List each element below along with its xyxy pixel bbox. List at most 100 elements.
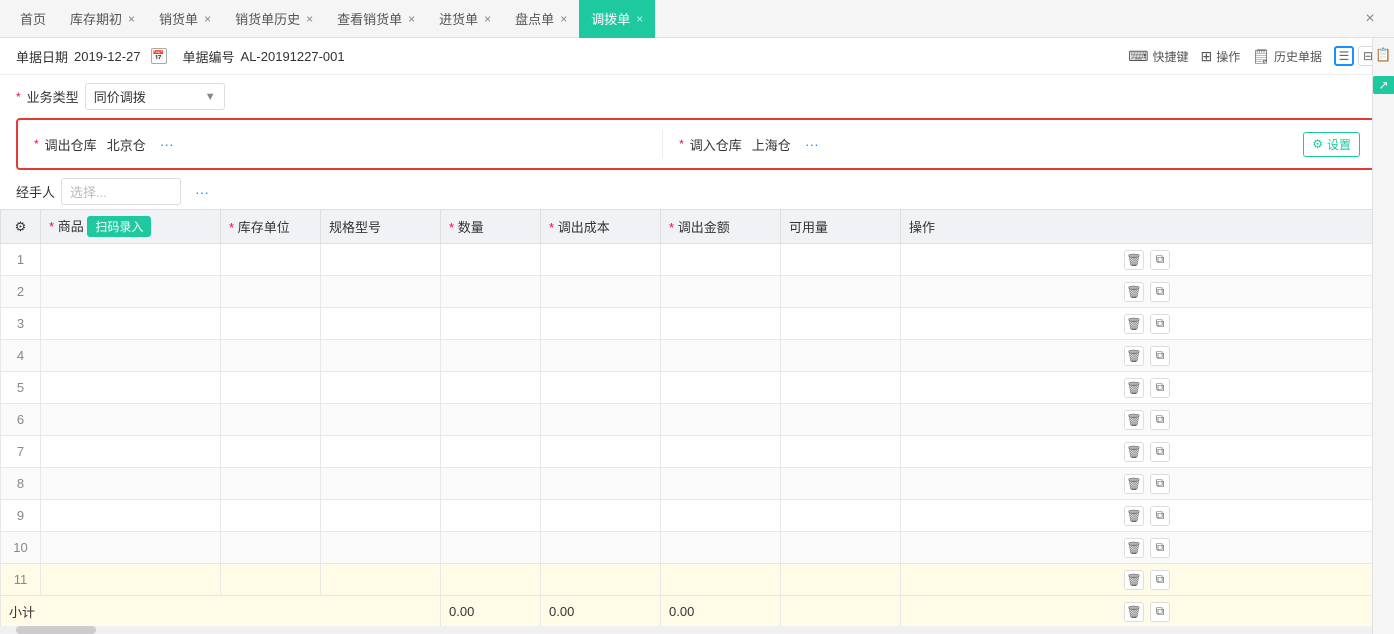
- row-spec[interactable]: [321, 436, 441, 468]
- tab-close-inventory-init[interactable]: ×: [128, 12, 135, 26]
- delete-row-button[interactable]: 🗑: [1124, 250, 1144, 270]
- row-unit[interactable]: [221, 532, 321, 564]
- row-product[interactable]: [41, 340, 221, 372]
- copy-row-button[interactable]: ⧉: [1150, 314, 1170, 334]
- row-unit[interactable]: [221, 564, 321, 596]
- copy-row-button[interactable]: ⧉: [1150, 250, 1170, 270]
- delete-row-button[interactable]: 🗑: [1124, 314, 1144, 334]
- row-qty[interactable]: [441, 308, 541, 340]
- row-cost[interactable]: [541, 564, 661, 596]
- calendar-icon[interactable]: 📅: [151, 48, 167, 64]
- person-select[interactable]: 选择...: [61, 178, 181, 205]
- row-unit[interactable]: [221, 500, 321, 532]
- row-qty[interactable]: [441, 468, 541, 500]
- copy-row-button[interactable]: ⧉: [1150, 282, 1170, 302]
- tab-sales-order[interactable]: 销货单 ×: [147, 0, 223, 38]
- delete-row-button[interactable]: 🗑: [1124, 378, 1144, 398]
- tab-close-inventory-check[interactable]: ×: [560, 12, 567, 26]
- shortcut-button[interactable]: ⌨ 快捷键: [1128, 48, 1188, 65]
- tab-transfer-order[interactable]: 调拨单 ×: [579, 0, 655, 38]
- window-close-button[interactable]: ×: [1354, 3, 1386, 35]
- transfer-out-more-button[interactable]: ···: [160, 136, 174, 152]
- copy-row-button[interactable]: ⧉: [1150, 538, 1170, 558]
- tab-purchase-order[interactable]: 进货单 ×: [427, 0, 503, 38]
- col-settings[interactable]: ⚙: [1, 210, 41, 244]
- settings-button[interactable]: ⚙ 设置: [1303, 132, 1360, 157]
- row-unit[interactable]: [221, 404, 321, 436]
- tab-home[interactable]: 首页: [8, 0, 58, 38]
- row-product[interactable]: [41, 532, 221, 564]
- horizontal-scrollbar[interactable]: [0, 626, 1394, 634]
- row-available[interactable]: [781, 564, 901, 596]
- row-amount[interactable]: [661, 372, 781, 404]
- row-spec[interactable]: [321, 404, 441, 436]
- row-available[interactable]: [781, 276, 901, 308]
- row-amount[interactable]: [661, 564, 781, 596]
- row-available[interactable]: [781, 372, 901, 404]
- row-available[interactable]: [781, 468, 901, 500]
- tab-inventory-init[interactable]: 库存期初 ×: [58, 0, 147, 38]
- delete-row-button[interactable]: 🗑: [1124, 538, 1144, 558]
- row-spec[interactable]: [321, 308, 441, 340]
- row-amount[interactable]: [661, 436, 781, 468]
- subtotal-copy-button[interactable]: ⧉: [1150, 602, 1170, 622]
- row-unit[interactable]: [221, 276, 321, 308]
- tab-view-sales[interactable]: 查看销货单 ×: [325, 0, 427, 38]
- row-cost[interactable]: [541, 244, 661, 276]
- delete-row-button[interactable]: 🗑: [1124, 282, 1144, 302]
- row-product[interactable]: [41, 436, 221, 468]
- row-cost[interactable]: [541, 500, 661, 532]
- delete-row-button[interactable]: 🗑: [1124, 442, 1144, 462]
- row-available[interactable]: [781, 404, 901, 436]
- row-product[interactable]: [41, 308, 221, 340]
- row-unit[interactable]: [221, 340, 321, 372]
- row-qty[interactable]: [441, 532, 541, 564]
- row-cost[interactable]: [541, 468, 661, 500]
- row-unit[interactable]: [221, 468, 321, 500]
- row-spec[interactable]: [321, 500, 441, 532]
- row-amount[interactable]: [661, 276, 781, 308]
- sidebar-export-icon[interactable]: ↗: [1373, 76, 1394, 94]
- row-product[interactable]: [41, 404, 221, 436]
- row-product[interactable]: [41, 372, 221, 404]
- row-available[interactable]: [781, 532, 901, 564]
- row-spec[interactable]: [321, 244, 441, 276]
- row-spec[interactable]: [321, 468, 441, 500]
- copy-row-button[interactable]: ⧉: [1150, 474, 1170, 494]
- row-product[interactable]: [41, 276, 221, 308]
- row-available[interactable]: [781, 340, 901, 372]
- row-cost[interactable]: [541, 340, 661, 372]
- sidebar-notes-icon[interactable]: 📋: [1375, 46, 1393, 64]
- row-qty[interactable]: [441, 404, 541, 436]
- row-spec[interactable]: [321, 340, 441, 372]
- history-button[interactable]: 🗒 历史单据: [1252, 48, 1322, 65]
- delete-row-button[interactable]: 🗑: [1124, 410, 1144, 430]
- copy-row-button[interactable]: ⧉: [1150, 410, 1170, 430]
- row-qty[interactable]: [441, 436, 541, 468]
- row-unit[interactable]: [221, 372, 321, 404]
- row-unit[interactable]: [221, 436, 321, 468]
- tab-close-transfer-order[interactable]: ×: [636, 12, 643, 26]
- row-qty[interactable]: [441, 372, 541, 404]
- row-spec[interactable]: [321, 276, 441, 308]
- row-qty[interactable]: [441, 564, 541, 596]
- row-available[interactable]: [781, 500, 901, 532]
- row-cost[interactable]: [541, 308, 661, 340]
- row-qty[interactable]: [441, 340, 541, 372]
- row-cost[interactable]: [541, 436, 661, 468]
- tab-inventory-check[interactable]: 盘点单 ×: [503, 0, 579, 38]
- row-product[interactable]: [41, 468, 221, 500]
- row-amount[interactable]: [661, 340, 781, 372]
- row-amount[interactable]: [661, 500, 781, 532]
- transfer-in-more-button[interactable]: ···: [805, 136, 819, 152]
- row-cost[interactable]: [541, 404, 661, 436]
- copy-row-button[interactable]: ⧉: [1150, 506, 1170, 526]
- tab-close-view-sales[interactable]: ×: [408, 12, 415, 26]
- person-more-button[interactable]: ···: [195, 184, 209, 200]
- copy-row-button[interactable]: ⧉: [1150, 442, 1170, 462]
- delete-row-button[interactable]: 🗑: [1124, 506, 1144, 526]
- row-amount[interactable]: [661, 308, 781, 340]
- row-qty[interactable]: [441, 500, 541, 532]
- row-amount[interactable]: [661, 244, 781, 276]
- row-spec[interactable]: [321, 564, 441, 596]
